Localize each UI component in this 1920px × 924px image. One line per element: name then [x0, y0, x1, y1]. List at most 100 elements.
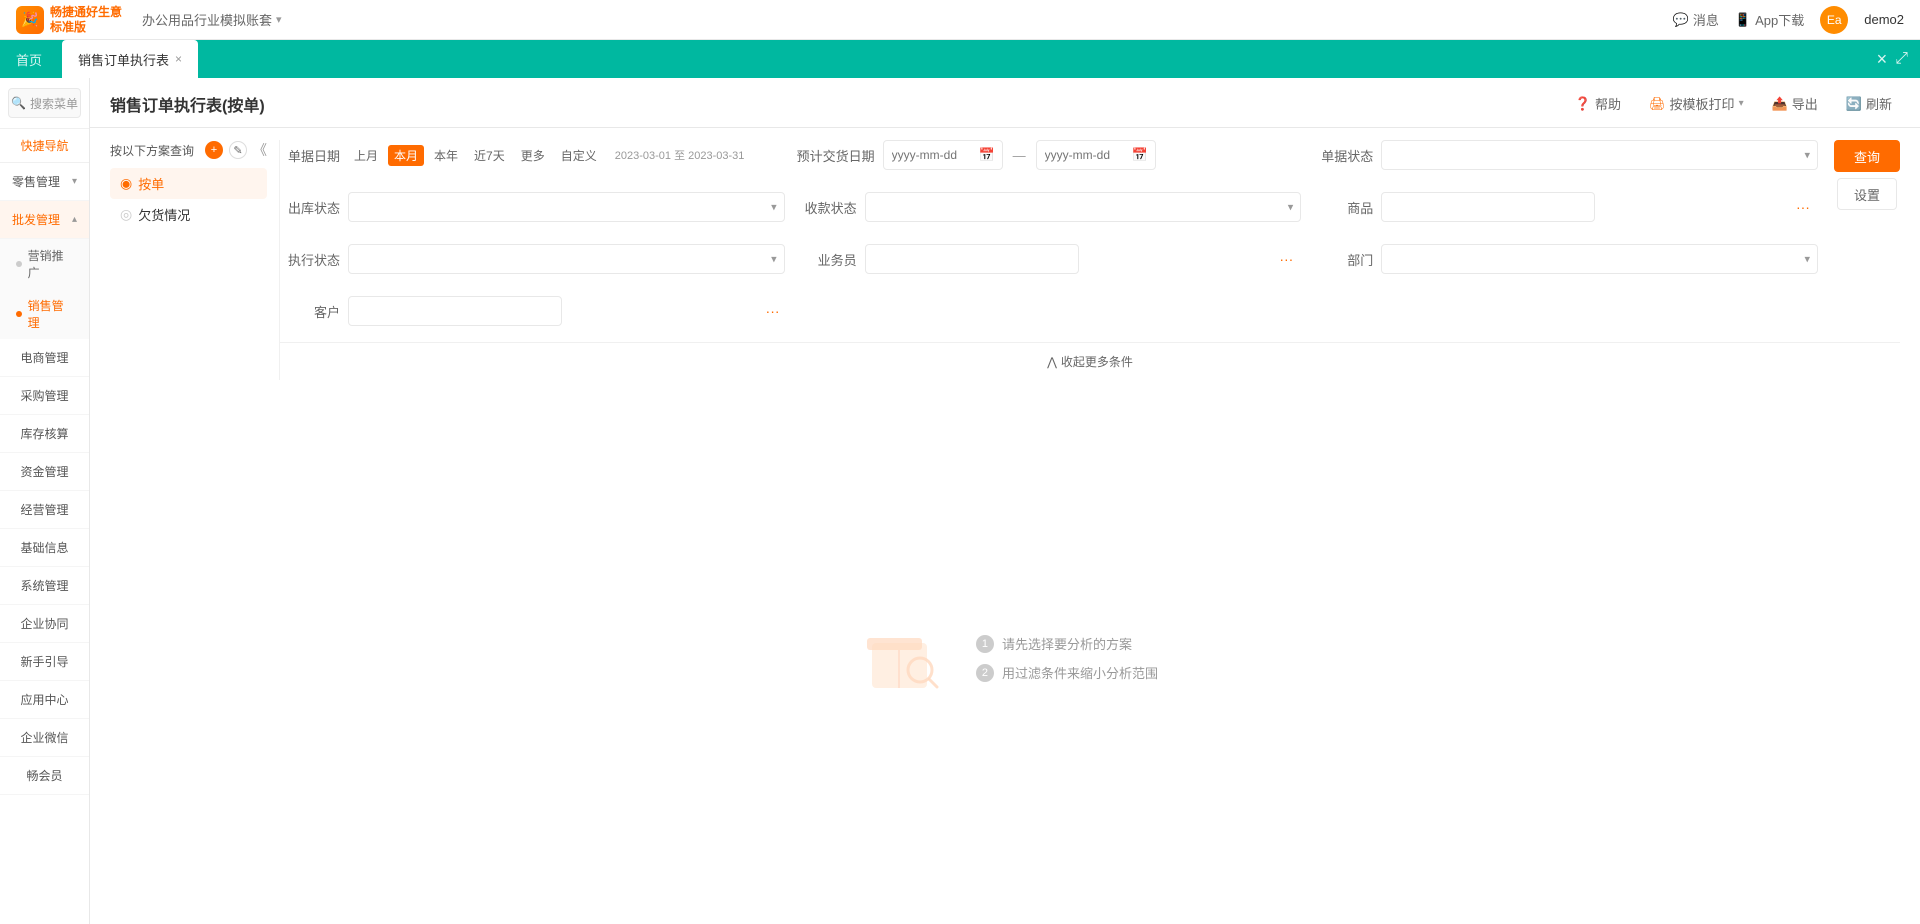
filter-area: 按以下方案查询 + ✎ 《 ◉ 按单 ◎ 欠货情况	[90, 128, 1920, 392]
settings-button[interactable]: 设置	[1837, 178, 1897, 210]
expected-date-label: 预计交货日期	[797, 146, 875, 165]
sidebar-item-wechat[interactable]: 企业微信	[0, 719, 89, 757]
search-menu-button[interactable]: 🔍 搜索菜单	[8, 88, 81, 118]
user-avatar[interactable]: Ea	[1820, 6, 1848, 34]
print-button[interactable]: 🖨 按模板打印 ▾	[1641, 90, 1752, 117]
salesman-input[interactable]	[865, 244, 1079, 274]
collapse-button[interactable]: ⋀ 收起更多条件	[1035, 349, 1145, 374]
scheme-item-by-order[interactable]: ◉ 按单	[110, 168, 267, 199]
sidebar-item-quick-nav[interactable]: 快捷导航	[0, 129, 89, 163]
status-select-wrapper: ▾	[1381, 140, 1818, 170]
filter-group-date: 单据日期 上月 本月 本年 近7天 更多 自定义	[280, 145, 785, 166]
date-tab-this-month[interactable]: 本月	[388, 145, 424, 166]
empty-state-content: 1 请先选择要分析的方案 2 用过滤条件来缩小分析范围	[852, 608, 1158, 708]
filter-group-customer: 客户 ···	[280, 296, 788, 326]
sidebar-subitem-sales[interactable]: 销售管理	[0, 289, 89, 339]
sidebar-item-operation[interactable]: 经营管理	[0, 491, 89, 529]
sidebar-item-procurement[interactable]: 采购管理	[0, 377, 89, 415]
tab-window-actions: × ⤢	[1865, 49, 1920, 70]
breadcrumb[interactable]: 办公用品行业模拟账套 ▾	[142, 10, 282, 29]
exec-select[interactable]	[348, 244, 785, 274]
sidebar-item-member[interactable]: 畅会员	[0, 757, 89, 795]
print-icon: 🖨	[1649, 96, 1666, 112]
filter-group-goods: 商品 ···	[1313, 192, 1818, 222]
date-tab-this-year[interactable]: 本年	[428, 145, 464, 166]
empty-tips: 1 请先选择要分析的方案 2 用过滤条件来缩小分析范围	[976, 634, 1158, 682]
sidebar-item-finance[interactable]: 资金管理	[0, 453, 89, 491]
tab-home[interactable]: 首页	[0, 40, 58, 78]
date-tab-last-month[interactable]: 上月	[348, 145, 384, 166]
sidebar-item-new-guide[interactable]: 新手引导	[0, 643, 89, 681]
query-button[interactable]: 查询	[1834, 140, 1900, 172]
page-actions: ❓ 帮助 🖨 按模板打印 ▾ 📤 导出 🔄 刷新	[1567, 90, 1900, 117]
export-button[interactable]: 📤 导出	[1764, 90, 1826, 117]
logo-area[interactable]: 🎉 畅捷通好生意 标准版	[16, 5, 122, 34]
help-button[interactable]: ❓ 帮助	[1567, 90, 1629, 117]
filter-form: 单据日期 上月 本月 本年 近7天 更多 自定义	[280, 140, 1900, 380]
print-dropdown-icon: ▾	[1739, 98, 1744, 109]
top-header-left: 🎉 畅捷通好生意 标准版 办公用品行业模拟账套 ▾	[16, 5, 282, 34]
date-tab-custom[interactable]: 自定义	[555, 145, 603, 166]
sidebar-item-system[interactable]: 系统管理	[0, 567, 89, 605]
refresh-button[interactable]: 🔄 刷新	[1838, 90, 1900, 117]
add-scheme-button[interactable]: +	[205, 141, 223, 159]
user-name[interactable]: demo2	[1864, 12, 1904, 27]
tip-num-2: 2	[976, 664, 994, 682]
tip-num-1: 1	[976, 635, 994, 653]
sidebar-item-basic-info[interactable]: 基础信息	[0, 529, 89, 567]
wholesale-submenu: 营销推广 销售管理	[0, 239, 89, 339]
tab-sales-order[interactable]: 销售订单执行表 ×	[62, 40, 198, 78]
dept-select[interactable]	[1381, 244, 1818, 274]
filter-group-payment: 收款状态 ▾	[797, 192, 1302, 222]
sidebar-search-area: 🔍 搜索菜单	[0, 78, 89, 129]
scheme-header-actions: + ✎ 《	[205, 140, 267, 160]
date-tabs: 上月 本月 本年 近7天 更多 自定义	[348, 145, 603, 166]
help-icon: ❓	[1575, 96, 1591, 112]
sales-dot-icon	[16, 311, 22, 317]
logo-icon: 🎉	[16, 6, 44, 34]
delivery-select[interactable]	[348, 192, 785, 222]
date-tab-7days[interactable]: 近7天	[468, 145, 511, 166]
download-icon: 📱	[1735, 12, 1751, 28]
edit-scheme-button[interactable]: ✎	[229, 141, 247, 159]
scheme-item-shortage[interactable]: ◎ 欠货情况	[110, 199, 267, 230]
expected-date-start-wrapper: 📅	[883, 140, 1003, 170]
delivery-label: 出库状态	[280, 198, 340, 217]
payment-label: 收款状态	[797, 198, 857, 217]
retail-expand-icon: ▾	[72, 176, 77, 187]
sidebar-item-app-center[interactable]: 应用中心	[0, 681, 89, 719]
dept-select-wrapper: ▾	[1381, 244, 1818, 274]
sidebar: 🔍 搜索菜单 快捷导航 零售管理 ▾ 批发管理 ▴ 营销推广 销售管理 电商管理	[0, 78, 90, 924]
status-label: 单据状态	[1313, 146, 1373, 165]
sidebar-subitem-marketing[interactable]: 营销推广	[0, 239, 89, 289]
app-download-button[interactable]: 📱 App下载	[1735, 10, 1804, 29]
exec-select-wrapper: ▾	[348, 244, 785, 274]
close-window-button[interactable]: ×	[1877, 49, 1888, 70]
collapse-row: ⋀ 收起更多条件	[280, 342, 1900, 380]
sidebar-item-wholesale[interactable]: 批发管理 ▴	[0, 201, 89, 239]
customer-input[interactable]	[348, 296, 562, 326]
scheme-inactive-icon: ◎	[120, 206, 132, 223]
sidebar-item-enterprise[interactable]: 企业协同	[0, 605, 89, 643]
dept-label: 部门	[1313, 250, 1373, 269]
sidebar-item-inventory[interactable]: 库存核算	[0, 415, 89, 453]
empty-state: 1 请先选择要分析的方案 2 用过滤条件来缩小分析范围	[90, 392, 1920, 924]
collapse-scheme-button[interactable]: 《	[253, 140, 267, 160]
message-button[interactable]: 💬 消息	[1673, 10, 1719, 29]
page-title: 销售订单执行表(按单)	[110, 92, 265, 116]
tab-close-button[interactable]: ×	[175, 52, 182, 66]
collapse-up-icon: ⋀	[1047, 355, 1057, 369]
status-select[interactable]	[1381, 140, 1818, 170]
sidebar-item-retail[interactable]: 零售管理 ▾	[0, 163, 89, 201]
filter-group-dept: 部门 ▾	[1313, 244, 1818, 274]
maximize-window-button[interactable]: ⤢	[1895, 50, 1908, 68]
goods-input[interactable]	[1381, 192, 1595, 222]
payment-select[interactable]	[865, 192, 1302, 222]
content-area: 销售订单执行表(按单) ❓ 帮助 🖨 按模板打印 ▾ 📤 导出 🔄 刷新	[90, 78, 1920, 924]
date-label: 单据日期	[280, 146, 340, 165]
customer-dots-icon: ···	[766, 303, 780, 319]
customer-label: 客户	[280, 302, 340, 321]
date-tab-more[interactable]: 更多	[515, 145, 551, 166]
sidebar-item-ecommerce[interactable]: 电商管理	[0, 339, 89, 377]
filter-row-2: 出库状态 ▾ 收款状态	[280, 192, 1818, 222]
